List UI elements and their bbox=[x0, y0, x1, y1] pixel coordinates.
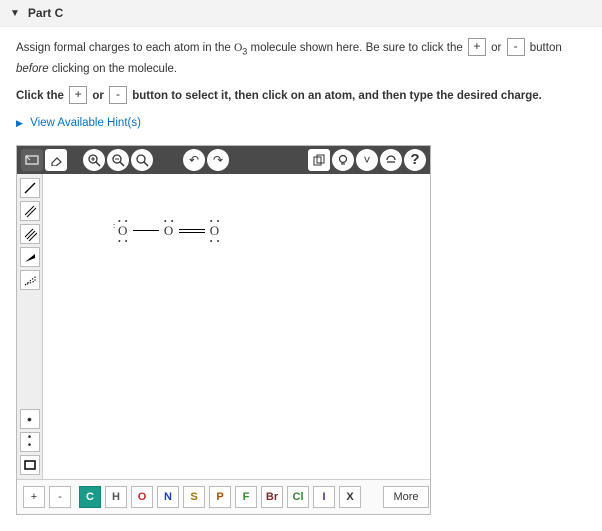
marquee-tool[interactable] bbox=[20, 455, 40, 475]
editor-mid: • •• : • • O • • • • O • • bbox=[17, 174, 430, 479]
single-bond[interactable] bbox=[133, 230, 159, 231]
instr-before: before bbox=[16, 63, 49, 75]
instr-post2: clicking on the molecule. bbox=[52, 63, 177, 75]
copy-icon bbox=[313, 154, 325, 166]
zoom-out-button[interactable] bbox=[107, 149, 129, 171]
hash-icon bbox=[23, 273, 37, 287]
fullscreen-icon bbox=[385, 154, 397, 166]
element-c-button[interactable]: C bbox=[79, 486, 101, 508]
double-bond-tool[interactable] bbox=[20, 201, 40, 221]
instr2-or: or bbox=[92, 90, 107, 102]
charge-minus-button[interactable]: - bbox=[49, 486, 71, 508]
expand-dropdown-button[interactable]: ˅ bbox=[356, 149, 378, 171]
element-o-button[interactable]: O bbox=[131, 486, 153, 508]
lone-pair-bottom-3: • • bbox=[210, 237, 219, 246]
plus-button-inline-2[interactable]: + bbox=[69, 86, 87, 104]
instr-mid: molecule shown here. Be sure to click th… bbox=[251, 42, 466, 54]
element-n-button[interactable]: N bbox=[157, 486, 179, 508]
element-f-button[interactable]: F bbox=[235, 486, 257, 508]
atom-o2[interactable]: • • O bbox=[164, 223, 173, 239]
instr2-pre: Click the bbox=[16, 90, 67, 102]
plus-button-inline[interactable]: + bbox=[468, 38, 486, 56]
molecule-subscript: 3 bbox=[242, 46, 247, 56]
atom-o1[interactable]: : • • O • • bbox=[118, 223, 127, 239]
minus-button-inline[interactable]: - bbox=[507, 38, 525, 56]
editor-sidebar: • •• bbox=[17, 174, 43, 479]
redo-button[interactable]: ↷ bbox=[207, 149, 229, 171]
zoom-out-icon bbox=[111, 153, 125, 167]
lone-pair-left: : bbox=[113, 223, 115, 239]
instruction-block: Assign formal charges to each atom in th… bbox=[0, 27, 602, 137]
instr-or1: or bbox=[491, 42, 504, 54]
instruction-text: Assign formal charges to each atom in th… bbox=[16, 39, 586, 79]
copy-button[interactable] bbox=[308, 149, 330, 171]
hash-bond-tool[interactable] bbox=[20, 270, 40, 290]
part-header[interactable]: ▼ Part C bbox=[0, 0, 602, 27]
zoom-fit-icon bbox=[135, 153, 149, 167]
lone-pair-tool[interactable]: • bbox=[20, 409, 40, 429]
single-bond-tool[interactable] bbox=[20, 178, 40, 198]
triple-bond-icon bbox=[23, 227, 37, 241]
wedge-icon bbox=[23, 250, 37, 264]
atom-o3[interactable]: • • O • • bbox=[210, 223, 219, 239]
hints-label: View Available Hint(s) bbox=[30, 117, 141, 129]
double-bond-icon bbox=[23, 204, 37, 218]
eraser-icon bbox=[49, 154, 63, 166]
element-cl-button[interactable]: Cl bbox=[287, 486, 309, 508]
marquee-icon bbox=[24, 460, 36, 470]
double-bond[interactable] bbox=[179, 228, 205, 234]
instruction-text-2: Click the + or - button to select it, th… bbox=[16, 87, 586, 107]
element-i-button[interactable]: I bbox=[313, 486, 335, 508]
minus-button-inline-2[interactable]: - bbox=[109, 86, 127, 104]
undo-button[interactable]: ↶ bbox=[183, 149, 205, 171]
collapse-arrow-icon: ▼ bbox=[10, 8, 20, 19]
zoom-fit-button[interactable] bbox=[131, 149, 153, 171]
radical-tool[interactable]: •• bbox=[20, 432, 40, 452]
view-hints-link[interactable]: View Available Hint(s) bbox=[16, 117, 586, 129]
instr-post: button bbox=[530, 42, 562, 54]
help-button[interactable]: ? bbox=[404, 149, 426, 171]
element-p-button[interactable]: P bbox=[209, 486, 231, 508]
element-h-button[interactable]: H bbox=[105, 486, 127, 508]
single-bond-icon bbox=[23, 181, 37, 195]
fullscreen-button[interactable] bbox=[380, 149, 402, 171]
charge-plus-button[interactable]: + bbox=[23, 486, 45, 508]
bulb-icon bbox=[337, 154, 349, 166]
lone-pair-top: • • bbox=[118, 217, 127, 226]
editor-toolbar: ↶ ↷ ˅ ? bbox=[17, 146, 430, 174]
drawing-canvas[interactable]: : • • O • • • • O • • O • • bbox=[43, 174, 430, 479]
more-elements-button[interactable]: More bbox=[383, 486, 429, 508]
element-s-button[interactable]: S bbox=[183, 486, 205, 508]
triple-bond-tool[interactable] bbox=[20, 224, 40, 244]
zoom-in-button[interactable] bbox=[83, 149, 105, 171]
settings-button[interactable] bbox=[332, 149, 354, 171]
element-bottombar: + - C H O N S P F Br Cl I X More bbox=[17, 479, 430, 514]
part-title: Part C bbox=[28, 6, 63, 20]
lone-pair-bottom: • • bbox=[118, 237, 127, 246]
wedge-bond-tool[interactable] bbox=[20, 247, 40, 267]
reset-icon bbox=[25, 154, 39, 166]
lone-pair-top-2: • • bbox=[164, 217, 173, 226]
instr-pre: Assign formal charges to each atom in th… bbox=[16, 42, 234, 54]
lone-pair-top-3: • • bbox=[210, 217, 219, 226]
molecule-editor: ↶ ↷ ˅ ? • •• : bbox=[16, 145, 431, 515]
zoom-in-icon bbox=[87, 153, 101, 167]
element-x-button[interactable]: X bbox=[339, 486, 361, 508]
element-br-button[interactable]: Br bbox=[261, 486, 283, 508]
ozone-molecule[interactable]: : • • O • • • • O • • O • • bbox=[118, 222, 219, 239]
eraser-button[interactable] bbox=[45, 149, 67, 171]
instr2-post: button to select it, then click on an at… bbox=[132, 90, 542, 102]
reset-button[interactable] bbox=[21, 149, 43, 171]
